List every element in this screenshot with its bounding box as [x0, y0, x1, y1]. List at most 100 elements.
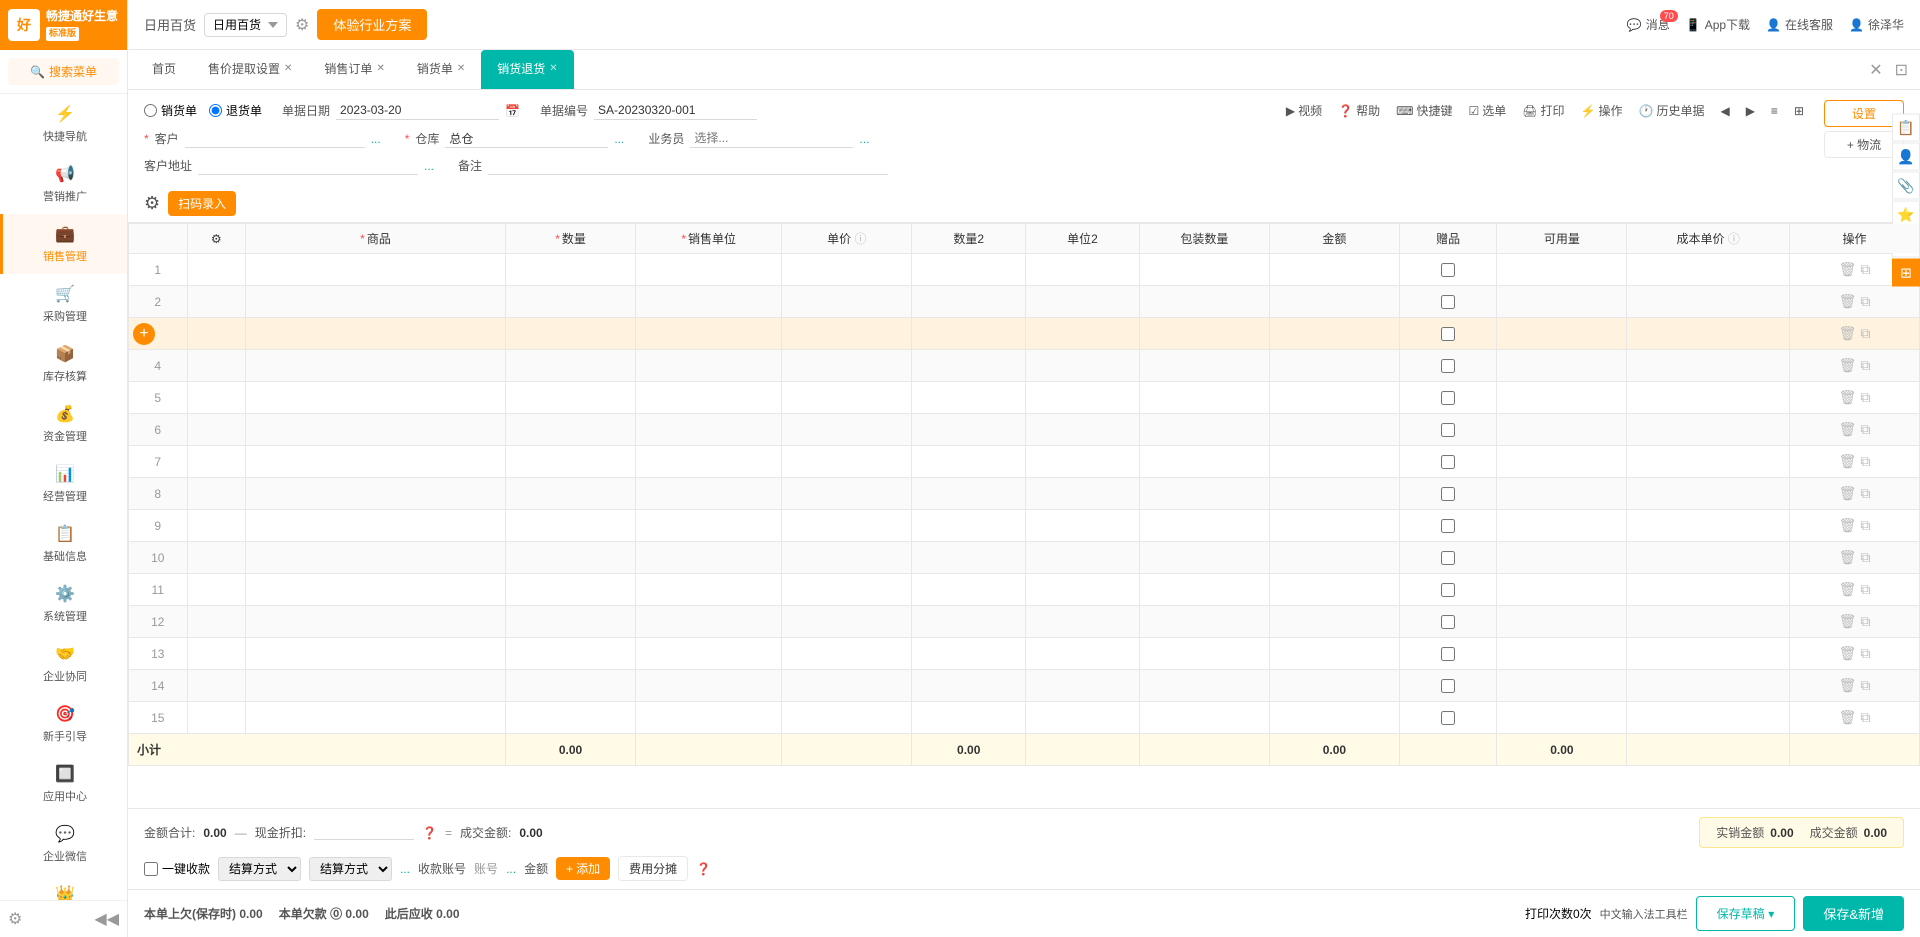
tab-home[interactable]: 首页	[136, 50, 192, 89]
sidebar-item-enterprise[interactable]: 🤝 企业协同	[0, 634, 127, 694]
message-button[interactable]: 💬 消息 70	[1627, 16, 1670, 33]
copy-row-icon[interactable]: ⧉	[1860, 389, 1870, 406]
gift-checkbox[interactable]	[1441, 391, 1455, 405]
delete-row-icon[interactable]: 🗑	[1839, 485, 1857, 502]
data-cell[interactable]	[1026, 638, 1140, 670]
data-cell[interactable]	[782, 382, 912, 414]
data-cell[interactable]	[1269, 350, 1399, 382]
data-cell[interactable]	[782, 446, 912, 478]
data-cell[interactable]	[912, 542, 1026, 574]
gift-checkbox[interactable]	[1441, 615, 1455, 629]
user-avatar[interactable]: 👤 徐泽华	[1849, 16, 1904, 33]
data-cell[interactable]	[1026, 606, 1140, 638]
data-cell[interactable]	[1497, 478, 1627, 510]
sidebar-collapse-button[interactable]: ◀◀	[94, 909, 119, 929]
data-cell[interactable]	[636, 670, 782, 702]
data-cell[interactable]	[912, 382, 1026, 414]
data-cell[interactable]	[506, 478, 636, 510]
save-new-button[interactable]: 保存&新增	[1803, 896, 1904, 931]
delete-row-icon[interactable]: 🗑	[1839, 613, 1857, 630]
data-cell[interactable]	[1139, 638, 1269, 670]
data-cell[interactable]	[1627, 318, 1790, 350]
data-cell[interactable]	[506, 670, 636, 702]
return-bill-radio[interactable]: 退货单	[209, 102, 262, 119]
data-cell[interactable]	[1139, 606, 1269, 638]
data-cell[interactable]	[1627, 350, 1790, 382]
data-cell[interactable]	[1026, 478, 1140, 510]
data-cell[interactable]	[912, 510, 1026, 542]
gift-checkbox[interactable]	[1441, 359, 1455, 373]
data-cell[interactable]	[1139, 670, 1269, 702]
data-cell[interactable]	[1026, 702, 1140, 734]
salesperson-ellipsis-btn[interactable]: ...	[859, 132, 869, 146]
prev-record-btn[interactable]: ◀	[1716, 102, 1733, 120]
data-cell[interactable]	[1497, 574, 1627, 606]
float-item-2[interactable]: 👤	[1892, 143, 1920, 171]
data-cell[interactable]	[1139, 478, 1269, 510]
copy-row-icon[interactable]: ⧉	[1860, 613, 1870, 630]
data-cell[interactable]	[1026, 254, 1140, 286]
gift-checkbox[interactable]	[1441, 551, 1455, 565]
sidebar-item-operations[interactable]: 📊 经营管理	[0, 454, 127, 514]
data-cell[interactable]	[782, 350, 912, 382]
data-cell[interactable]	[1026, 446, 1140, 478]
delete-row-icon[interactable]: 🗑	[1839, 581, 1857, 598]
history-action-btn[interactable]: 🕐 历史单据	[1634, 100, 1708, 121]
gift-checkbox[interactable]	[1441, 583, 1455, 597]
discount-input[interactable]	[314, 825, 414, 840]
breadcrumb-select[interactable]: 日用百货	[204, 13, 287, 37]
data-cell[interactable]	[636, 318, 782, 350]
sidebar-item-sales[interactable]: 💼 销售管理	[0, 214, 127, 274]
search-menu-button[interactable]: 🔍 搜索菜单	[8, 58, 119, 85]
gift-checkbox[interactable]	[1441, 455, 1455, 469]
copy-row-icon[interactable]: ⧉	[1860, 517, 1870, 534]
data-cell[interactable]	[1269, 254, 1399, 286]
data-cell[interactable]	[1139, 446, 1269, 478]
delete-row-icon[interactable]: 🗑	[1839, 325, 1857, 342]
tab-close-active-icon[interactable]: ✕	[549, 63, 557, 74]
data-cell[interactable]	[1269, 382, 1399, 414]
data-cell[interactable]	[1497, 286, 1627, 318]
data-cell[interactable]	[1497, 606, 1627, 638]
data-cell[interactable]	[1139, 254, 1269, 286]
data-cell[interactable]	[506, 382, 636, 414]
data-cell[interactable]	[1269, 702, 1399, 734]
data-cell[interactable]	[506, 414, 636, 446]
warehouse-ellipsis-btn[interactable]: ...	[614, 132, 624, 146]
barcode-scan-button[interactable]: 扫码录入	[168, 191, 236, 216]
copy-row-icon[interactable]: ⧉	[1860, 581, 1870, 598]
data-cell[interactable]	[636, 350, 782, 382]
tab-sales-bill[interactable]: 销货单 ✕	[401, 50, 481, 89]
delete-row-icon[interactable]: 🗑	[1839, 389, 1857, 406]
remark-input[interactable]	[488, 156, 888, 175]
data-cell[interactable]	[636, 478, 782, 510]
copy-row-icon[interactable]: ⧉	[1860, 293, 1870, 310]
data-cell[interactable]	[1497, 446, 1627, 478]
data-cell[interactable]	[636, 286, 782, 318]
data-cell[interactable]	[1026, 574, 1140, 606]
data-cell[interactable]	[1497, 254, 1627, 286]
one-click-pay-checkbox[interactable]: 一键收款	[144, 860, 210, 877]
data-cell[interactable]	[1497, 542, 1627, 574]
data-cell[interactable]	[912, 638, 1026, 670]
data-cell[interactable]	[1269, 286, 1399, 318]
data-cell[interactable]	[1627, 670, 1790, 702]
data-cell[interactable]	[1497, 510, 1627, 542]
gift-checkbox[interactable]	[1441, 679, 1455, 693]
data-cell[interactable]	[636, 606, 782, 638]
data-cell[interactable]	[1026, 350, 1140, 382]
data-cell[interactable]	[1139, 318, 1269, 350]
float-item-3[interactable]: 📎	[1892, 172, 1920, 200]
sidebar-item-finance[interactable]: 💰 资金管理	[0, 394, 127, 454]
float-item-1[interactable]: 📋	[1892, 114, 1920, 142]
tab-close-icon[interactable]: ✕	[457, 63, 465, 74]
data-cell[interactable]	[1627, 446, 1790, 478]
discount-help-icon[interactable]: ❓	[422, 826, 437, 840]
data-cell[interactable]	[782, 670, 912, 702]
data-cell[interactable]	[782, 542, 912, 574]
data-cell[interactable]	[1497, 702, 1627, 734]
data-cell[interactable]	[636, 574, 782, 606]
number-input[interactable]	[594, 101, 757, 120]
data-cell[interactable]	[782, 574, 912, 606]
data-cell[interactable]	[912, 574, 1026, 606]
